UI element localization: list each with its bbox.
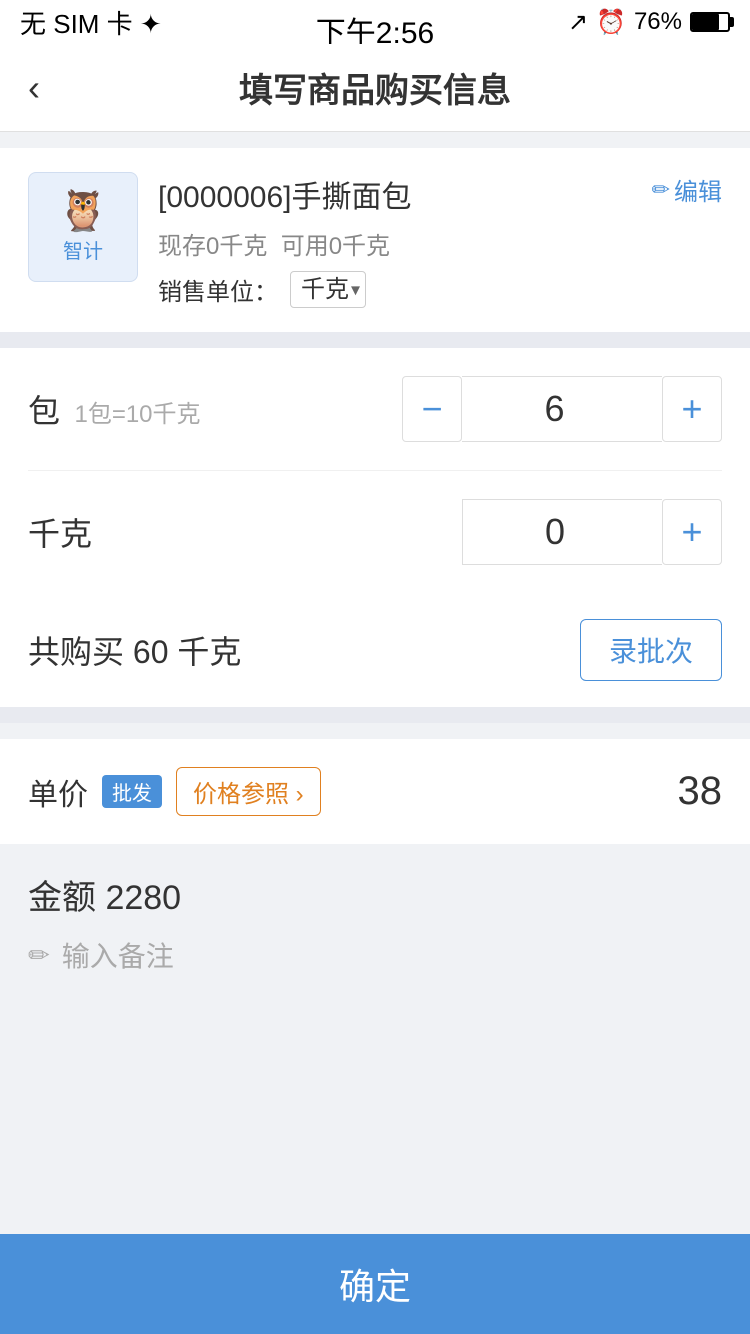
- price-row: 单价 批发 价格参照 › 38: [28, 767, 722, 816]
- price-badge: 批发: [102, 775, 162, 808]
- pack-label-group: 包 1包=10千克: [28, 386, 201, 432]
- confirm-button[interactable]: 确定: [0, 1234, 750, 1334]
- battery-percent: 76%: [634, 8, 682, 36]
- input-section: 包 1包=10千克 − + 千克 +: [0, 348, 750, 593]
- edit-label: 编辑: [674, 172, 722, 207]
- nav-bar: ‹ 填写商品购买信息: [0, 44, 750, 132]
- amount-section: 金额 2280 ✏ 输入备注: [0, 846, 750, 999]
- unit-label: 销售单位：: [158, 272, 278, 307]
- kg-increment-button[interactable]: +: [662, 499, 722, 565]
- unit-select[interactable]: 千克: [290, 271, 366, 308]
- battery-icon: [690, 12, 730, 32]
- amount-label: 金额: [28, 879, 96, 917]
- kg-label: 千克: [28, 509, 92, 555]
- product-card: 🦉 智计 [0000006]手撕面包 现存0千克 可用0千克 销售单位： 千克 …: [0, 148, 750, 332]
- product-unit-row: 销售单位： 千克: [158, 271, 722, 308]
- product-name: [0000006]手撕面包: [158, 172, 722, 216]
- unit-select-wrap[interactable]: 千克: [290, 271, 366, 308]
- alarm-icon: ⏰: [596, 8, 626, 37]
- status-right: ↗ ⏰ 76%: [568, 8, 730, 37]
- amount-value: 2280: [105, 879, 181, 917]
- location-icon: ↗: [568, 8, 588, 37]
- product-thumbnail: 🦉 智计: [28, 172, 138, 282]
- pack-label: 包: [28, 393, 60, 429]
- kg-qty-input[interactable]: [462, 499, 662, 565]
- pack-qty-control: − +: [402, 376, 722, 442]
- remark-row[interactable]: ✏ 输入备注: [28, 935, 722, 975]
- price-left: 单价 批发 价格参照 ›: [28, 767, 321, 816]
- total-section: 共购买 60 千克 录批次: [0, 593, 750, 707]
- pack-qty-input[interactable]: [462, 376, 662, 442]
- total-text: 共购买 60 千克: [28, 627, 241, 673]
- price-ref-button[interactable]: 价格参照 ›: [176, 767, 321, 816]
- pack-decrement-button[interactable]: −: [402, 376, 462, 442]
- amount-row: 金额 2280: [28, 870, 722, 919]
- price-section: 单价 批发 价格参照 › 38: [0, 739, 750, 844]
- section-divider-1: [0, 332, 750, 348]
- product-logo-icon: 🦉: [58, 191, 108, 231]
- price-label: 单价: [28, 770, 88, 814]
- remark-placeholder: 输入备注: [62, 935, 174, 975]
- pack-sub: 1包=10千克: [74, 401, 200, 428]
- section-divider-2: [0, 707, 750, 723]
- batch-button[interactable]: 录批次: [580, 619, 722, 681]
- product-stock: 现存0千克 可用0千克: [158, 226, 722, 261]
- pack-increment-button[interactable]: +: [662, 376, 722, 442]
- pack-input-row: 包 1包=10千克 − +: [28, 348, 722, 471]
- kg-qty-control: +: [462, 499, 722, 565]
- product-logo-label: 智计: [63, 235, 103, 264]
- price-value: 38: [678, 769, 723, 814]
- edit-icon: ✏: [652, 177, 670, 203]
- page-title: 填写商品购买信息: [239, 63, 511, 112]
- edit-button[interactable]: ✏ 编辑: [652, 172, 722, 207]
- back-button[interactable]: ‹: [28, 67, 40, 109]
- status-bar: 无 SIM 卡 ✦ 下午2:56 ↗ ⏰ 76%: [0, 0, 750, 44]
- kg-input-row: 千克 +: [28, 471, 722, 593]
- product-info: [0000006]手撕面包 现存0千克 可用0千克 销售单位： 千克: [158, 172, 722, 308]
- status-left: 无 SIM 卡 ✦: [20, 4, 162, 41]
- confirm-label: 确定: [339, 1258, 411, 1310]
- pencil-icon: ✏: [28, 940, 50, 971]
